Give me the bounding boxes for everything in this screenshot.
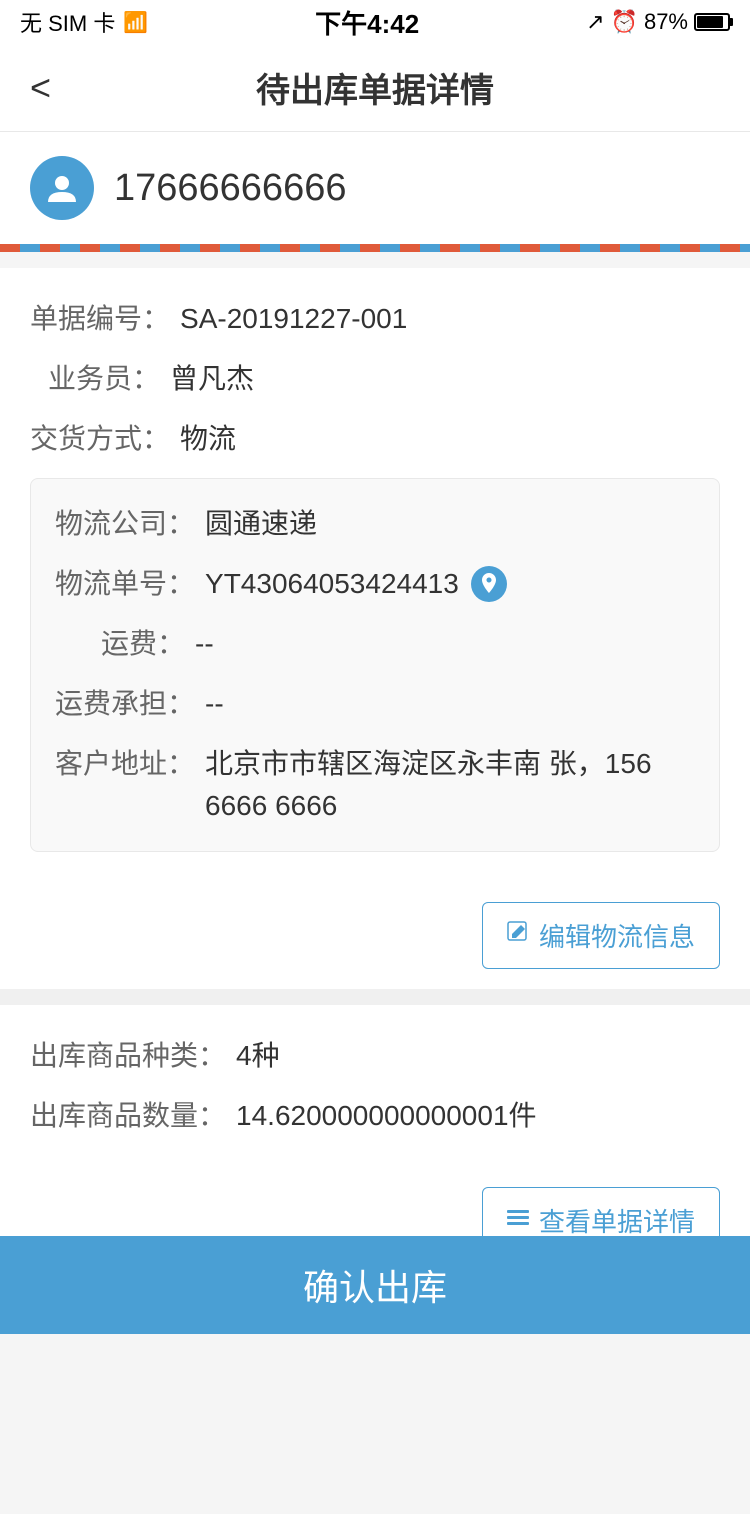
location-icon: ↗ [586, 9, 604, 35]
logistics-company-row: 物流公司： 圆通速递 [55, 503, 695, 545]
user-phone: 17666666666 [114, 167, 346, 210]
user-card: 17666666666 [0, 132, 750, 244]
delivery-value: 物流 [180, 418, 720, 460]
battery-text: 87% [644, 9, 688, 35]
logistics-tracking-value-wrap: YT43064053424413 [205, 563, 695, 605]
logistics-company-value: 圆通速递 [205, 503, 695, 545]
status-left: 无 SIM 卡 📶 [20, 6, 148, 38]
logistics-company-label: 物流公司： [55, 503, 195, 545]
address-label: 客户地址： [55, 743, 195, 785]
freight-label: 运费： [55, 623, 185, 665]
address-value: 北京市市辖区海淀区永丰南 张，156 6666 6666 [205, 743, 695, 827]
agent-label: 业务员： [30, 358, 160, 400]
wifi-icon: 📶 [123, 10, 148, 35]
goods-quantity-label: 出库商品数量： [30, 1095, 226, 1137]
freight-value: -- [195, 623, 695, 665]
freight-bearer-row: 运费承担： -- [55, 683, 695, 725]
delivery-label: 交货方式： [30, 418, 170, 460]
confirm-button[interactable]: 确认出库 [303, 1259, 447, 1311]
edit-btn-row: 编辑物流信息 [0, 882, 750, 989]
status-bar: 无 SIM 卡 📶 下午4:42 ↗ ⏰ 87% [0, 0, 750, 44]
delivery-row: 交货方式： 物流 [30, 418, 720, 460]
summary-section: 出库商品种类： 4种 出库商品数量： 14.620000000000001件 [0, 1005, 750, 1167]
document-number-row: 单据编号： SA-20191227-001 [30, 298, 720, 340]
document-info-section: 单据编号： SA-20191227-001 业务员： 曾凡杰 交货方式： 物流 … [0, 268, 750, 882]
logistics-tracking-value: YT43064053424413 [205, 563, 459, 605]
stripe-divider [0, 244, 750, 252]
logistics-box: 物流公司： 圆通速递 物流单号： YT43064053424413 运费： -- [30, 478, 720, 852]
back-button[interactable]: < [30, 67, 51, 109]
goods-type-label: 出库商品种类： [30, 1035, 226, 1077]
logistics-tracking-row: 物流单号： YT43064053424413 [55, 563, 695, 605]
edit-logistics-label: 编辑物流信息 [539, 917, 695, 954]
confirm-button-wrap: 确认出库 [0, 1236, 750, 1334]
goods-quantity-value: 14.620000000000001件 [236, 1095, 720, 1137]
page-title: 待出库单据详情 [256, 63, 494, 112]
section-divider [0, 989, 750, 1005]
avatar [30, 156, 94, 220]
goods-type-value: 4种 [236, 1035, 720, 1077]
freight-row: 运费： -- [55, 623, 695, 665]
logistics-tracking-label: 物流单号： [55, 563, 195, 605]
goods-type-row: 出库商品种类： 4种 [30, 1035, 720, 1077]
alarm-icon: ⏰ [611, 9, 638, 35]
freight-bearer-value: -- [205, 683, 695, 725]
view-details-label: 查看单据详情 [539, 1202, 695, 1239]
nav-bar: < 待出库单据详情 [0, 44, 750, 132]
goods-quantity-row: 出库商品数量： 14.620000000000001件 [30, 1095, 720, 1137]
status-time: 下午4:42 [315, 4, 419, 41]
edit-logistics-button[interactable]: 编辑物流信息 [482, 902, 720, 969]
agent-value: 曾凡杰 [170, 358, 720, 400]
status-right: ↗ ⏰ 87% [586, 9, 730, 35]
details-icon [507, 1205, 529, 1236]
agent-row: 业务员： 曾凡杰 [30, 358, 720, 400]
carrier-text: 无 SIM 卡 [20, 6, 115, 38]
document-number-value: SA-20191227-001 [180, 298, 720, 340]
battery-icon [694, 13, 730, 31]
edit-icon [507, 921, 529, 950]
tracking-location-icon[interactable] [471, 566, 507, 602]
freight-bearer-label: 运费承担： [55, 683, 195, 725]
document-number-label: 单据编号： [30, 298, 170, 340]
address-row: 客户地址： 北京市市辖区海淀区永丰南 张，156 6666 6666 [55, 743, 695, 827]
